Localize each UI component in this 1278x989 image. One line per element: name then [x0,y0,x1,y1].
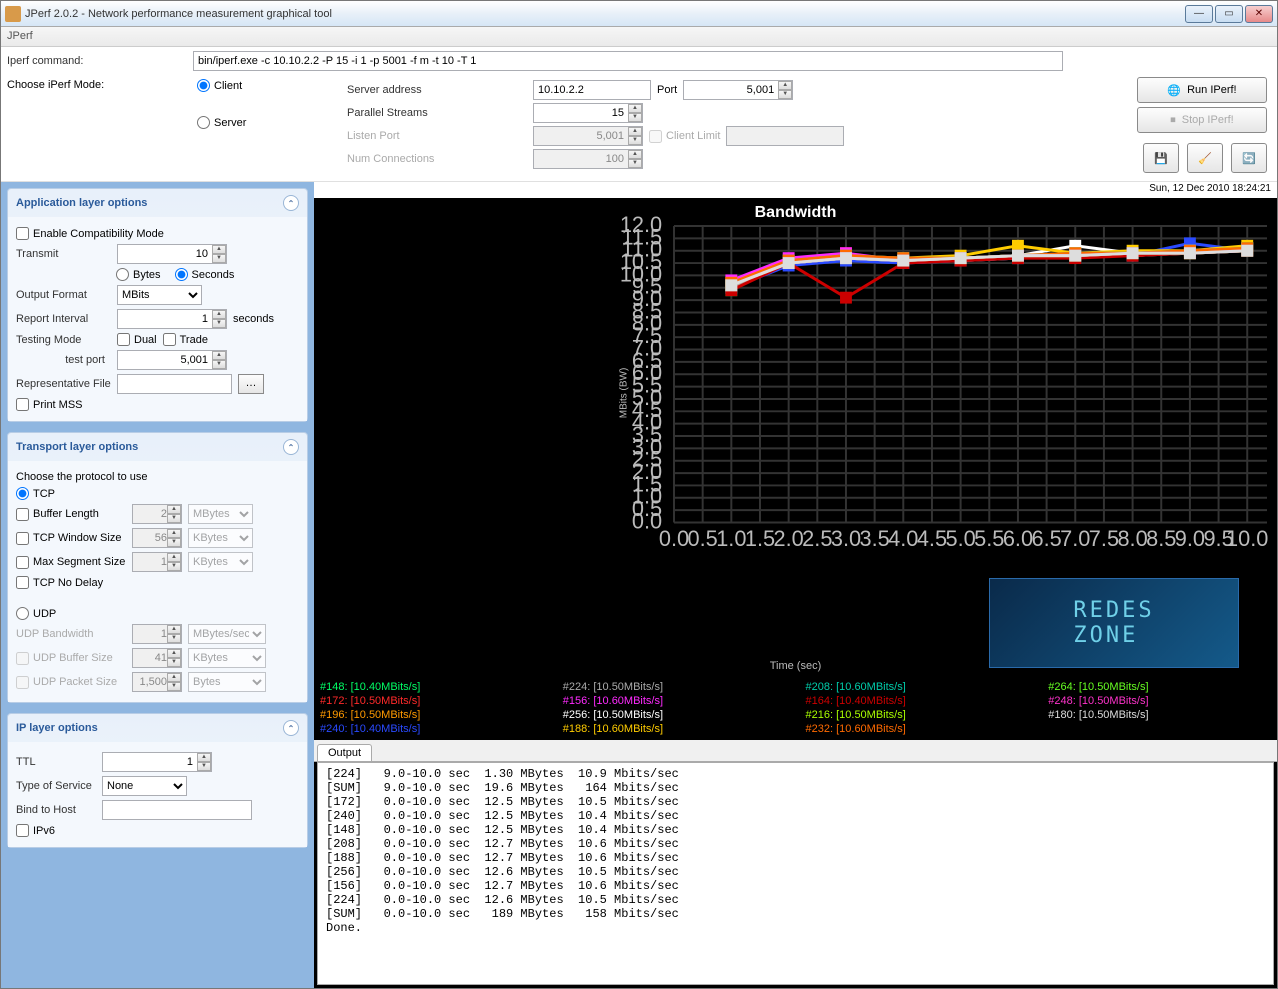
app-layer-panel: Application layer options⌃ Enable Compat… [7,188,308,422]
transport-layer-panel: Transport layer options⌃ Choose the prot… [7,432,308,703]
bind-host-input[interactable] [102,800,252,820]
svg-text:10.0: 10.0 [1226,526,1268,551]
svg-text:8.5: 8.5 [1146,526,1176,551]
svg-text:5.5: 5.5 [974,526,1004,551]
output-tab[interactable]: Output [317,744,372,761]
stop-iperf-button: ⏹Stop IPerf! [1137,107,1267,133]
options-sidebar: Application layer options⌃ Enable Compat… [1,182,314,988]
numconn-input [533,149,643,169]
bytes-radio[interactable]: Bytes [116,268,161,281]
iperf-command-label: Iperf command: [7,55,187,67]
port-spinner[interactable]: ▲▼ [778,81,792,99]
numconn-label: Num Connections [347,153,527,165]
app-window: JPerf 2.0.2 - Network performance measur… [0,0,1278,989]
svg-text:5.0: 5.0 [946,526,976,551]
listen-port-label: Listen Port [347,130,527,142]
window-title: JPerf 2.0.2 - Network performance measur… [25,8,1183,20]
tcp-radio[interactable]: TCP [16,487,299,500]
bandwidth-chart: Bandwidth MBits (BW) 0.00.51.01.52.02.53… [314,198,1277,678]
svg-text:9.0: 9.0 [1175,526,1205,551]
svg-text:3.0: 3.0 [831,526,861,551]
svg-text:7.0: 7.0 [1060,526,1090,551]
port-input[interactable] [683,80,793,100]
svg-text:3.5: 3.5 [860,526,890,551]
collapse-icon[interactable]: ⌃ [283,195,299,211]
clear-icon-button[interactable]: 🧹 [1187,143,1223,173]
collapse-icon[interactable]: ⌃ [283,439,299,455]
client-limit-check: Client Limit [649,130,720,143]
collapse-icon[interactable]: ⌃ [283,720,299,736]
save-icon-button[interactable]: 💾 [1143,143,1179,173]
rep-file-input[interactable] [117,374,232,394]
svg-text:4.5: 4.5 [917,526,947,551]
svg-text:4.0: 4.0 [888,526,918,551]
seconds-radio[interactable]: Seconds [175,268,235,281]
svg-text:7.5: 7.5 [1089,526,1119,551]
svg-text:8.0: 8.0 [1117,526,1147,551]
tcp-window-check[interactable]: TCP Window Size [16,532,126,545]
run-icon: 🌐 [1167,84,1181,97]
max-segment-check[interactable]: Max Segment Size [16,556,126,569]
client-limit-input [726,126,844,146]
svg-text:1.0: 1.0 [716,526,746,551]
udp-radio[interactable]: UDP [16,607,299,620]
server-address-label: Server address [347,84,527,96]
svg-text:0.5: 0.5 [688,526,718,551]
config-row: Choose iPerf Mode: Client Server Server … [1,75,1277,182]
tos-select[interactable]: None [102,776,187,796]
parallel-input[interactable] [533,103,643,123]
svg-text:2.0: 2.0 [774,526,804,551]
chart-legend: #148: [10.40MBits/s]#172: [10.50MBits/s]… [314,678,1277,740]
command-row: Iperf command: [1,47,1277,75]
titlebar[interactable]: JPerf 2.0.2 - Network performance measur… [1,1,1277,27]
menubar-jperf[interactable]: JPerf [1,27,1277,47]
port-label: Port [657,84,677,96]
watermark-logo: REDESZONE [989,578,1239,668]
parallel-label: Parallel Streams [347,107,527,119]
trade-check[interactable]: Trade [163,333,208,346]
timestamp: Sun, 12 Dec 2010 18:24:21 [314,182,1277,198]
app-icon [5,6,21,22]
run-iperf-button[interactable]: 🌐Run IPerf! [1137,77,1267,103]
mode-label: Choose iPerf Mode: [7,79,104,91]
main-area: Sun, 12 Dec 2010 18:24:21 Bandwidth MBit… [314,182,1277,988]
listen-port-input [533,126,643,146]
svg-text:12.0: 12.0 [620,212,662,237]
stop-icon: ⏹ [1170,114,1176,127]
maximize-button[interactable]: ▭ [1215,5,1243,23]
print-mss-check[interactable]: Print MSS [16,398,299,411]
refresh-icon-button[interactable]: 🔄 [1231,143,1267,173]
svg-text:6.5: 6.5 [1031,526,1061,551]
tcp-nodelay-check[interactable]: TCP No Delay [16,576,299,589]
svg-text:2.5: 2.5 [802,526,832,551]
iperf-command-input[interactable] [193,51,1063,71]
mode-client-radio[interactable]: Client [197,79,347,92]
chart-plot: 0.00.51.01.52.02.53.03.54.04.55.05.56.06… [674,226,1267,523]
ip-layer-panel: IP layer options⌃ TTL▲▼ Type of ServiceN… [7,713,308,848]
ipv6-check[interactable]: IPv6 [16,824,299,837]
svg-text:1.5: 1.5 [745,526,775,551]
mode-server-radio[interactable]: Server [197,116,347,129]
parallel-spinner[interactable]: ▲▼ [628,104,642,122]
buffer-length-check[interactable]: Buffer Length [16,508,126,521]
report-interval-input[interactable] [117,309,227,329]
minimize-button[interactable]: — [1185,5,1213,23]
output-format-select[interactable]: MBits [117,285,202,305]
server-address-input[interactable] [533,80,651,100]
compat-mode-check[interactable]: Enable Compatibility Mode [16,227,299,240]
svg-text:6.0: 6.0 [1003,526,1033,551]
ttl-input[interactable] [102,752,212,772]
svg-text:0.0: 0.0 [659,526,689,551]
browse-button[interactable]: … [238,374,264,394]
transmit-input[interactable] [117,244,227,264]
test-port-input[interactable] [117,350,227,370]
dual-check[interactable]: Dual [117,333,157,346]
output-console[interactable]: [224] 9.0-10.0 sec 1.30 MBytes 10.9 Mbit… [317,762,1274,985]
close-button[interactable]: ✕ [1245,5,1273,23]
